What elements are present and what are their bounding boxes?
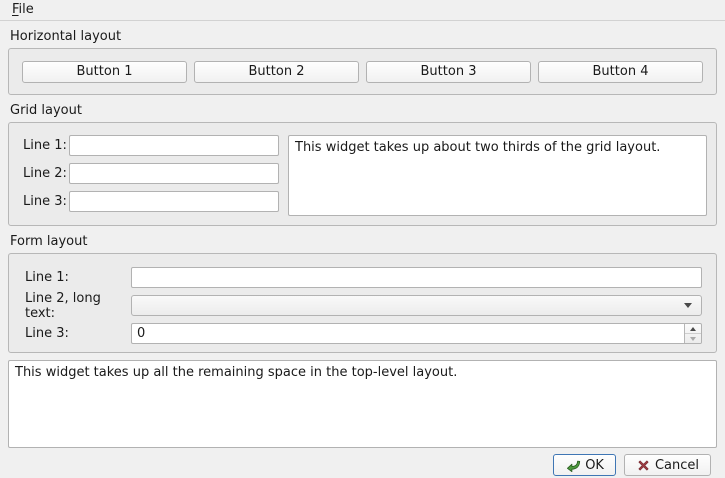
grid-line2-input[interactable] <box>69 163 279 184</box>
form-row-2: Line 2, long text: <box>25 291 702 321</box>
form-line3-label: Line 3: <box>25 326 69 341</box>
cancel-button[interactable]: Cancel <box>623 454 711 476</box>
form-row-1: Line 1: <box>25 267 702 288</box>
form-line3-spinbox[interactable] <box>131 323 702 344</box>
grid-text-edit[interactable]: This widget takes up about two thirds of… <box>288 135 707 216</box>
grid-row-3: Line 3: <box>23 191 279 212</box>
bottom-text-edit[interactable]: This widget takes up all the remaining s… <box>8 360 717 448</box>
grid-row-1: Line 1: <box>23 135 279 156</box>
spinbox-buttons <box>684 324 701 343</box>
button-1[interactable]: Button 1 <box>22 60 187 83</box>
ok-button-label: OK <box>585 457 604 473</box>
menubar: File <box>0 0 725 21</box>
grid-line3-label: Line 3: <box>23 194 67 209</box>
grid-line3-input[interactable] <box>69 191 279 212</box>
grid-line1-label: Line 1: <box>23 138 67 153</box>
form-layout-group: Line 1: Line 2, long text: Line 3: <box>8 253 717 353</box>
grid-fields: Line 1: Line 2: Line 3: <box>23 135 279 216</box>
form-line2-label: Line 2, long text: <box>25 290 101 321</box>
dialog-button-row: OK Cancel <box>8 448 717 476</box>
triangle-up-icon <box>690 326 696 331</box>
menu-file-label: ile <box>18 2 34 17</box>
triangle-down-icon <box>690 336 696 341</box>
dialog-window: File Horizontal layout Button 1 Button 2… <box>0 0 725 478</box>
form-line2-combobox[interactable] <box>131 295 702 316</box>
menu-file[interactable]: File <box>5 1 41 19</box>
chevron-down-icon <box>684 303 692 308</box>
cancel-x-icon <box>638 460 649 470</box>
horizontal-layout-group: Button 1 Button 2 Button 3 Button 4 <box>8 48 717 95</box>
button-2[interactable]: Button 2 <box>194 60 359 83</box>
button-4[interactable]: Button 4 <box>538 60 703 83</box>
horizontal-layout-title: Horizontal layout <box>10 29 122 44</box>
grid-line2-label: Line 2: <box>23 166 67 181</box>
spin-down-button[interactable] <box>685 334 701 343</box>
spinbox-input[interactable] <box>131 323 702 344</box>
form-line1-input[interactable] <box>131 267 702 288</box>
grid-row-2: Line 2: <box>23 163 279 184</box>
form-row-3: Line 3: <box>25 323 702 344</box>
cancel-button-label: Cancel <box>654 457 699 473</box>
dialog-content: Horizontal layout Button 1 Button 2 Butt… <box>0 29 725 476</box>
grid-layout-group: Line 1: Line 2: Line 3: This widget take… <box>8 122 717 226</box>
ok-button[interactable]: OK <box>553 454 616 476</box>
form-line1-label: Line 1: <box>25 270 69 285</box>
grid-line1-input[interactable] <box>69 135 279 156</box>
spin-up-button[interactable] <box>685 324 701 334</box>
ok-arrow-icon <box>567 460 581 473</box>
form-layout-title: Form layout <box>10 234 88 249</box>
grid-layout-title: Grid layout <box>10 103 82 118</box>
button-3[interactable]: Button 3 <box>366 60 531 83</box>
